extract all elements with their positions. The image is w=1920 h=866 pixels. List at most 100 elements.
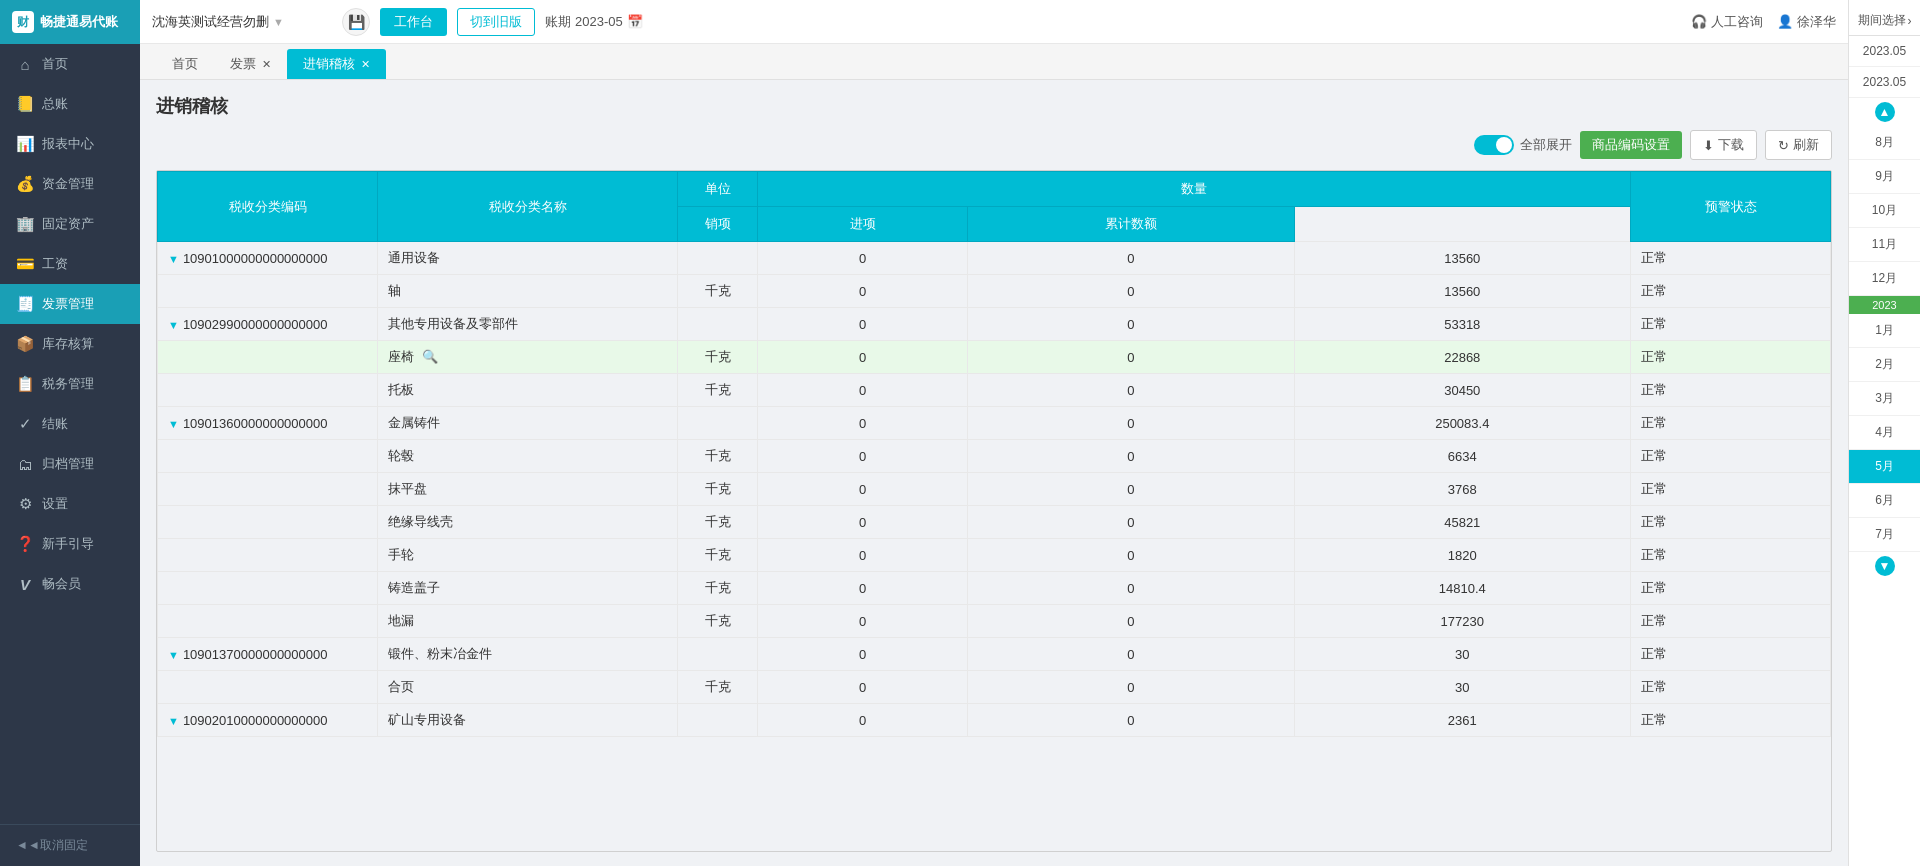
tab-reconcile[interactable]: 进销稽核 ✕ bbox=[287, 49, 386, 79]
sidebar-item-label: 报表中心 bbox=[42, 135, 94, 153]
period-12[interactable]: 12月 bbox=[1849, 262, 1920, 296]
td-purchase: 0 bbox=[968, 572, 1294, 605]
sidebar-item-label: 库存核算 bbox=[42, 335, 94, 353]
period-item-2023-05-1[interactable]: 2023.05 bbox=[1849, 36, 1920, 67]
td-unit: 千克 bbox=[678, 341, 758, 374]
invoices-icon: 🧾 bbox=[16, 295, 34, 313]
period-6[interactable]: 6月 bbox=[1849, 484, 1920, 518]
sidebar-item-archive[interactable]: 🗂 归档管理 bbox=[0, 444, 140, 484]
workbench-button[interactable]: 工作台 bbox=[380, 8, 447, 36]
sidebar-pin-toggle[interactable]: ◄◄取消固定 bbox=[0, 824, 140, 866]
sidebar-item-home[interactable]: ⌂ 首页 bbox=[0, 44, 140, 84]
sidebar-item-invoices[interactable]: 🧾 发票管理 bbox=[0, 284, 140, 324]
td-sales: 0 bbox=[758, 671, 968, 704]
table-row: ▼10902010000000000000 矿山专用设备 0 0 2361 正常 bbox=[158, 704, 1831, 737]
tab-home[interactable]: 首页 bbox=[156, 49, 214, 79]
sidebar-item-label: 结账 bbox=[42, 415, 68, 433]
period-7[interactable]: 7月 bbox=[1849, 518, 1920, 552]
period-4[interactable]: 4月 bbox=[1849, 416, 1920, 450]
period-2[interactable]: 2月 bbox=[1849, 348, 1920, 382]
company-selector[interactable]: 沈海英测试经营勿删 ▼ bbox=[152, 13, 332, 31]
tab-invoice-close[interactable]: ✕ bbox=[262, 58, 271, 71]
topbar-save-btn[interactable]: 💾 bbox=[342, 8, 370, 36]
td-purchase: 0 bbox=[968, 242, 1294, 275]
td-code: ▼10901360000000000000 bbox=[158, 407, 378, 440]
download-button[interactable]: ⬇ 下载 bbox=[1690, 130, 1757, 160]
period-8[interactable]: 8月 bbox=[1849, 126, 1920, 160]
toolbar: 全部展开 商品编码设置 ⬇ 下载 ↻ 刷新 bbox=[156, 130, 1832, 160]
scroll-down-arrow[interactable]: ▼ bbox=[1875, 556, 1895, 576]
year-2023[interactable]: 2023 bbox=[1849, 296, 1920, 314]
th-unit: 单位 bbox=[678, 172, 758, 207]
search-icon[interactable]: 🔍 bbox=[422, 349, 438, 364]
switch-old-button[interactable]: 切到旧版 bbox=[457, 8, 535, 36]
td-unit: 千克 bbox=[678, 506, 758, 539]
sidebar-item-guide[interactable]: ❓ 新手引导 bbox=[0, 524, 140, 564]
td-name: 手轮 bbox=[378, 539, 678, 572]
sidebar-item-funds[interactable]: 💰 资金管理 bbox=[0, 164, 140, 204]
td-total: 177230 bbox=[1294, 605, 1630, 638]
sidebar-item-assets[interactable]: 🏢 固定资产 bbox=[0, 204, 140, 244]
period-5[interactable]: 5月 bbox=[1849, 450, 1920, 484]
td-name: 托板 bbox=[378, 374, 678, 407]
tab-invoice[interactable]: 发票 ✕ bbox=[214, 49, 287, 79]
td-name: 金属铸件 bbox=[378, 407, 678, 440]
td-purchase: 0 bbox=[968, 539, 1294, 572]
expand-icon[interactable]: ▼ bbox=[168, 715, 179, 727]
expand-icon[interactable]: ▼ bbox=[168, 649, 179, 661]
expand-icon[interactable]: ▼ bbox=[168, 319, 179, 331]
tab-home-label: 首页 bbox=[172, 55, 198, 73]
sidebar-item-payroll[interactable]: 💳 工资 bbox=[0, 244, 140, 284]
sidebar-item-ledger[interactable]: 📒 总账 bbox=[0, 84, 140, 124]
td-status: 正常 bbox=[1631, 275, 1831, 308]
sidebar-item-settle[interactable]: ✓ 结账 bbox=[0, 404, 140, 444]
chevron-icon: › bbox=[1908, 14, 1912, 28]
period-3[interactable]: 3月 bbox=[1849, 382, 1920, 416]
td-sales: 0 bbox=[758, 539, 968, 572]
td-purchase: 0 bbox=[968, 638, 1294, 671]
ledger-icon: 📒 bbox=[16, 95, 34, 113]
product-code-settings-button[interactable]: 商品编码设置 bbox=[1580, 131, 1682, 159]
guide-icon: ❓ bbox=[16, 535, 34, 553]
sidebar-item-tax[interactable]: 📋 税务管理 bbox=[0, 364, 140, 404]
sidebar: 财 畅捷通易代账 ⌂ 首页 📒 总账 📊 报表中心 💰 资金管理 🏢 固定资产 … bbox=[0, 0, 140, 866]
period-11[interactable]: 11月 bbox=[1849, 228, 1920, 262]
sidebar-item-reports[interactable]: 📊 报表中心 bbox=[0, 124, 140, 164]
sidebar-item-settings[interactable]: ⚙ 设置 bbox=[0, 484, 140, 524]
sidebar-item-inventory[interactable]: 📦 库存核算 bbox=[0, 324, 140, 364]
service-button[interactable]: 🎧 人工咨询 bbox=[1691, 13, 1763, 31]
calendar-icon[interactable]: 📅 bbox=[627, 14, 643, 29]
td-purchase: 0 bbox=[968, 506, 1294, 539]
period-panel-header[interactable]: 期间选择 › bbox=[1849, 6, 1920, 36]
period-9[interactable]: 9月 bbox=[1849, 160, 1920, 194]
period-value: 2023-05 bbox=[575, 14, 623, 29]
expand-icon[interactable]: ▼ bbox=[168, 418, 179, 430]
td-purchase: 0 bbox=[968, 605, 1294, 638]
td-sales: 0 bbox=[758, 242, 968, 275]
period-item-2023-05-2[interactable]: 2023.05 bbox=[1849, 67, 1920, 98]
td-unit: 千克 bbox=[678, 374, 758, 407]
sidebar-item-label: 总账 bbox=[42, 95, 68, 113]
td-sales: 0 bbox=[758, 341, 968, 374]
toggle-switch[interactable] bbox=[1474, 135, 1514, 155]
expand-icon[interactable]: ▼ bbox=[168, 253, 179, 265]
user-menu[interactable]: 👤 徐泽华 bbox=[1777, 13, 1836, 31]
th-total: 累计数额 bbox=[968, 207, 1294, 242]
refresh-button[interactable]: ↻ 刷新 bbox=[1765, 130, 1832, 160]
sidebar-item-label: 发票管理 bbox=[42, 295, 94, 313]
table-row: ▼10901370000000000000 锻件、粉末冶金件 0 0 30 正常 bbox=[158, 638, 1831, 671]
period-1[interactable]: 1月 bbox=[1849, 314, 1920, 348]
expand-all-toggle[interactable]: 全部展开 bbox=[1474, 135, 1572, 155]
td-purchase: 0 bbox=[968, 704, 1294, 737]
table-row: 托板 千克 0 0 30450 正常 bbox=[158, 374, 1831, 407]
sidebar-item-member[interactable]: V 畅会员 bbox=[0, 564, 140, 604]
logo-icon: 财 bbox=[12, 11, 34, 33]
refresh-label: 刷新 bbox=[1793, 136, 1819, 154]
td-total: 30 bbox=[1294, 671, 1630, 704]
td-code: ▼10901370000000000000 bbox=[158, 638, 378, 671]
sidebar-item-label: 首页 bbox=[42, 55, 68, 73]
tab-reconcile-close[interactable]: ✕ bbox=[361, 58, 370, 71]
period-title: 期间选择 bbox=[1858, 12, 1906, 29]
period-10[interactable]: 10月 bbox=[1849, 194, 1920, 228]
scroll-up-arrow[interactable]: ▲ bbox=[1875, 102, 1895, 122]
